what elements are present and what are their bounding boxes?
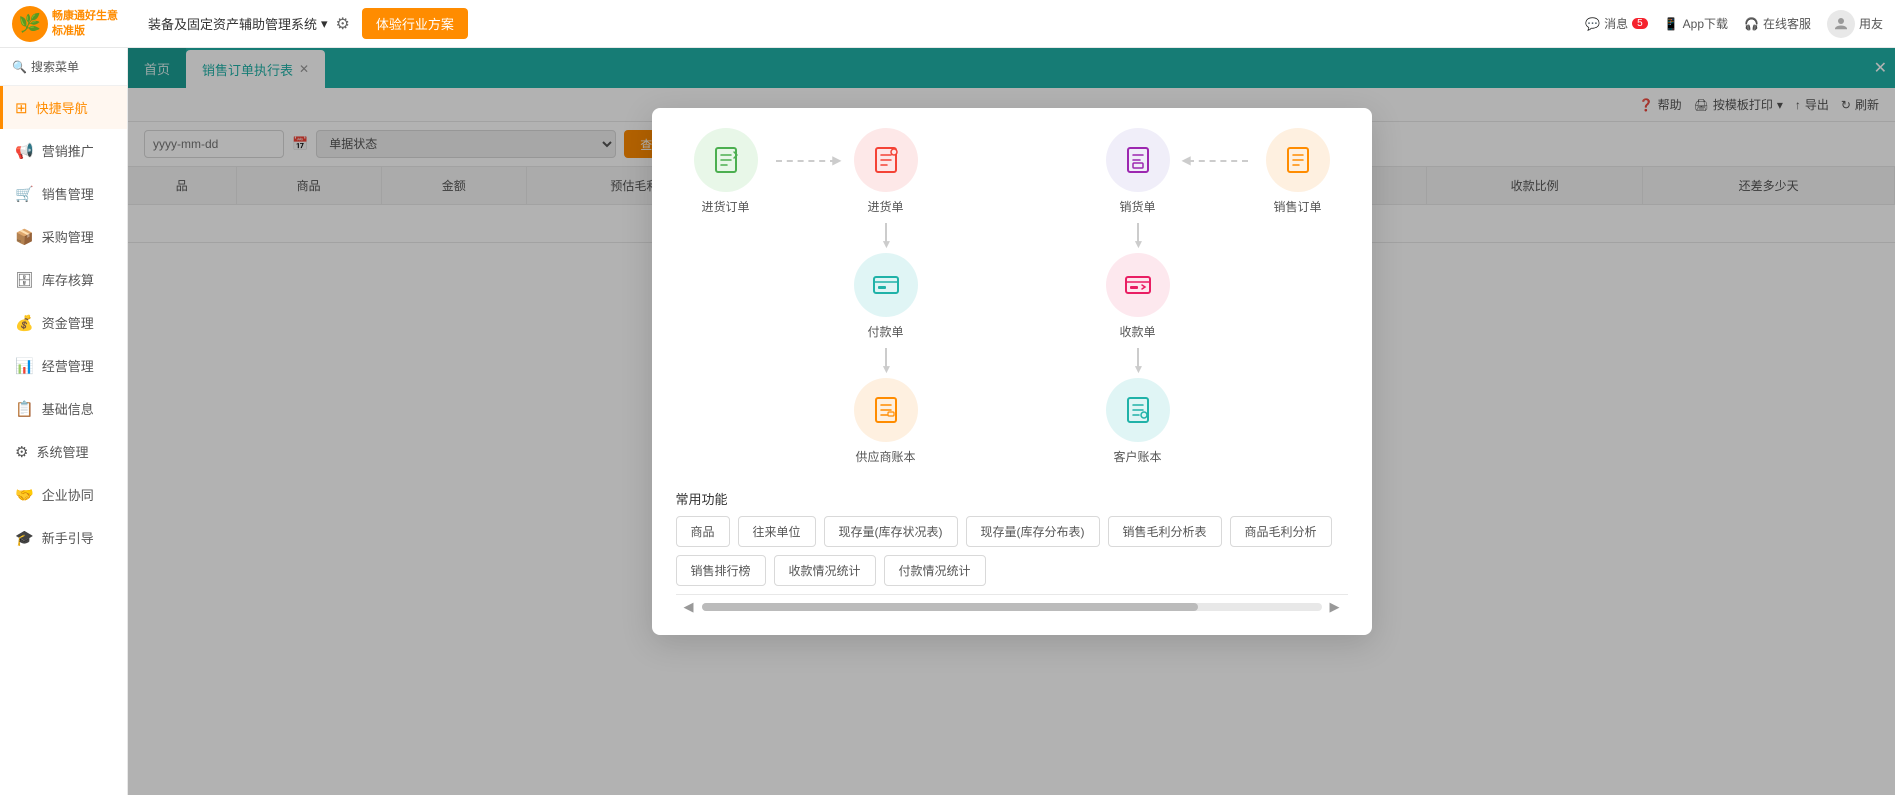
scroll-thumb <box>702 603 1198 611</box>
grid-icon: ⊞ <box>15 99 28 117</box>
inventory-icon: 🗄 <box>15 271 34 289</box>
arrow-1: ▶ <box>776 160 836 184</box>
chevron-down-icon[interactable]: ▾ <box>321 16 328 32</box>
customer-ledger-circle <box>1106 378 1170 442</box>
arrow-2: ◀ <box>1188 160 1248 184</box>
flow-node-purchase-bill[interactable]: 进货单 <box>836 128 936 215</box>
sidebar-item-system[interactable]: ⚙ 系统管理 <box>0 430 127 473</box>
popup-dialog: 进货订单 ▶ <box>652 108 1372 635</box>
try-btn[interactable]: 体验行业方案 <box>362 8 468 39</box>
purchase-bill-circle <box>854 128 918 192</box>
flow-node-purchase-order[interactable]: 进货订单 <box>676 128 776 215</box>
sales-icon: 🛒 <box>15 185 34 203</box>
download-icon: 📱 <box>1664 17 1679 31</box>
avatar <box>1827 10 1855 38</box>
receipt-circle <box>1106 253 1170 317</box>
logo-text: 畅康通好生意 标准版 <box>52 9 118 38</box>
sales-order-label: 销售订单 <box>1273 198 1321 215</box>
logo-area: 🌿 畅康通好生意 标准版 <box>12 6 140 42</box>
flow-node-customer-ledger[interactable]: 客户账本 <box>1088 378 1188 465</box>
app-container: 🌿 畅康通好生意 标准版 装备及固定资产辅助管理系统 ▾ ⚙ 体验行业方案 💬 … <box>0 0 1895 795</box>
flow-row-1: 进货订单 ▶ <box>676 128 1348 215</box>
finance-icon: 💰 <box>15 314 34 332</box>
sales-order-circle <box>1266 128 1330 192</box>
func-btn-inventory-status[interactable]: 现存量(库存状况表) <box>824 516 958 547</box>
func-btn-receipt-stats[interactable]: 收款情况统计 <box>774 555 876 586</box>
message-btn[interactable]: 💬 消息 5 <box>1585 15 1648 32</box>
receipt-label: 收款单 <box>1119 323 1155 340</box>
scroll-right-icon[interactable]: ▶ <box>1330 599 1340 615</box>
enterprise-icon: 🤝 <box>15 486 34 504</box>
sales-bill-label: 销货单 <box>1119 198 1155 215</box>
customer-ledger-label: 客户账本 <box>1113 448 1161 465</box>
operations-icon: 📊 <box>15 357 34 375</box>
sidebar: 🔍 搜索菜单 ⊞ 快捷导航 📢 营销推广 🛒 销售管理 📦 采购管理 🗄 <box>0 48 128 795</box>
top-bar: 🌿 畅康通好生意 标准版 装备及固定资产辅助管理系统 ▾ ⚙ 体验行业方案 💬 … <box>0 0 1895 48</box>
sidebar-item-sales[interactable]: 🛒 销售管理 <box>0 172 127 215</box>
sidebar-search[interactable]: 🔍 搜索菜单 <box>0 48 127 86</box>
supplier-ledger-circle <box>854 378 918 442</box>
common-functions-title: 常用功能 <box>676 489 1348 508</box>
purchase-order-circle <box>694 128 758 192</box>
func-buttons-row-2: 销售排行榜 收款情况统计 付款情况统计 <box>676 555 1348 586</box>
content-area: 首页 销售订单执行表 ✕ ✕ ❓ 帮助 🖨 按模板打印 <box>128 48 1895 795</box>
top-right: 💬 消息 5 📱 App下载 🎧 在线客服 用友 <box>1585 10 1883 38</box>
sidebar-item-marketing[interactable]: 📢 营销推广 <box>0 129 127 172</box>
flow-node-receipt[interactable]: 收款单 <box>1088 253 1188 340</box>
sidebar-item-inventory[interactable]: 🗄 库存核算 <box>0 258 127 301</box>
func-btn-sales-gross-analysis[interactable]: 销售毛利分析表 <box>1108 516 1222 547</box>
marketing-icon: 📢 <box>15 142 34 160</box>
flow-node-sales-order[interactable]: 销售订单 <box>1248 128 1348 215</box>
func-buttons-row-1: 商品 往来单位 现存量(库存状况表) 现存量(库存分布表) 销售毛利分析表 商品… <box>676 516 1348 547</box>
vertical-arrows-row: ▼ ▼ <box>676 223 1348 243</box>
flow-row-3: 供应商账本 客户账本 <box>676 378 1348 465</box>
sidebar-item-operations[interactable]: 📊 经营管理 <box>0 344 127 387</box>
purchase-order-label: 进货订单 <box>701 198 749 215</box>
vertical-arrows-row-2: ▼ ▼ <box>676 348 1348 368</box>
purchase-bill-label: 进货单 <box>867 198 903 215</box>
flow-node-sales-bill[interactable]: 销货单 <box>1088 128 1188 215</box>
online-service-btn[interactable]: 🎧 在线客服 <box>1744 15 1811 32</box>
sidebar-item-beginner[interactable]: 🎓 新手引导 <box>0 516 127 559</box>
headset-icon: 🎧 <box>1744 17 1759 31</box>
func-btn-inventory-distribution[interactable]: 现存量(库存分布表) <box>966 516 1100 547</box>
payment-circle <box>854 253 918 317</box>
scroll-hint: ◀ ▶ <box>676 594 1348 619</box>
sidebar-item-quick-nav[interactable]: ⊞ 快捷导航 <box>0 86 127 129</box>
basic-info-icon: 📋 <box>15 400 34 418</box>
common-functions: 常用功能 商品 往来单位 现存量(库存状况表) 现存量(库存分布表) 销售毛利分… <box>676 489 1348 586</box>
user-menu[interactable]: 用友 <box>1827 10 1883 38</box>
func-btn-sales-ranking[interactable]: 销售排行榜 <box>676 555 766 586</box>
main-area: 🔍 搜索菜单 ⊞ 快捷导航 📢 营销推广 🛒 销售管理 📦 采购管理 🗄 <box>0 48 1895 795</box>
func-btn-product[interactable]: 商品 <box>676 516 730 547</box>
purchase-icon: 📦 <box>15 228 34 246</box>
sidebar-item-purchase[interactable]: 📦 采购管理 <box>0 215 127 258</box>
beginner-icon: 🎓 <box>15 529 34 547</box>
flow-node-supplier-ledger[interactable]: 供应商账本 <box>836 378 936 465</box>
system-icon: ⚙ <box>15 443 28 461</box>
func-btn-payment-stats[interactable]: 付款情况统计 <box>884 555 986 586</box>
logo-icon: 🌿 <box>12 6 48 42</box>
scroll-track[interactable] <box>702 603 1322 611</box>
sidebar-item-basic-info[interactable]: 📋 基础信息 <box>0 387 127 430</box>
func-btn-counterpart[interactable]: 往来单位 <box>738 516 816 547</box>
flow-row-2: 付款单 <box>676 253 1348 340</box>
payment-label: 付款单 <box>867 323 903 340</box>
flow-section: 进货订单 ▶ <box>676 128 1348 473</box>
system-title: 装备及固定资产辅助管理系统 ▾ <box>148 14 328 33</box>
settings-icon[interactable]: ⚙ <box>336 14 350 34</box>
app-download-btn[interactable]: 📱 App下载 <box>1664 15 1728 32</box>
search-icon: 🔍 <box>12 60 27 74</box>
sidebar-item-finance[interactable]: 💰 资金管理 <box>0 301 127 344</box>
sales-bill-circle <box>1106 128 1170 192</box>
message-icon: 💬 <box>1585 17 1600 31</box>
sidebar-item-enterprise[interactable]: 🤝 企业协同 <box>0 473 127 516</box>
flow-node-payment[interactable]: 付款单 <box>836 253 936 340</box>
scroll-left-icon[interactable]: ◀ <box>684 599 694 615</box>
supplier-ledger-label: 供应商账本 <box>855 448 915 465</box>
func-btn-product-gross-analysis[interactable]: 商品毛利分析 <box>1230 516 1332 547</box>
message-badge: 5 <box>1632 18 1648 29</box>
